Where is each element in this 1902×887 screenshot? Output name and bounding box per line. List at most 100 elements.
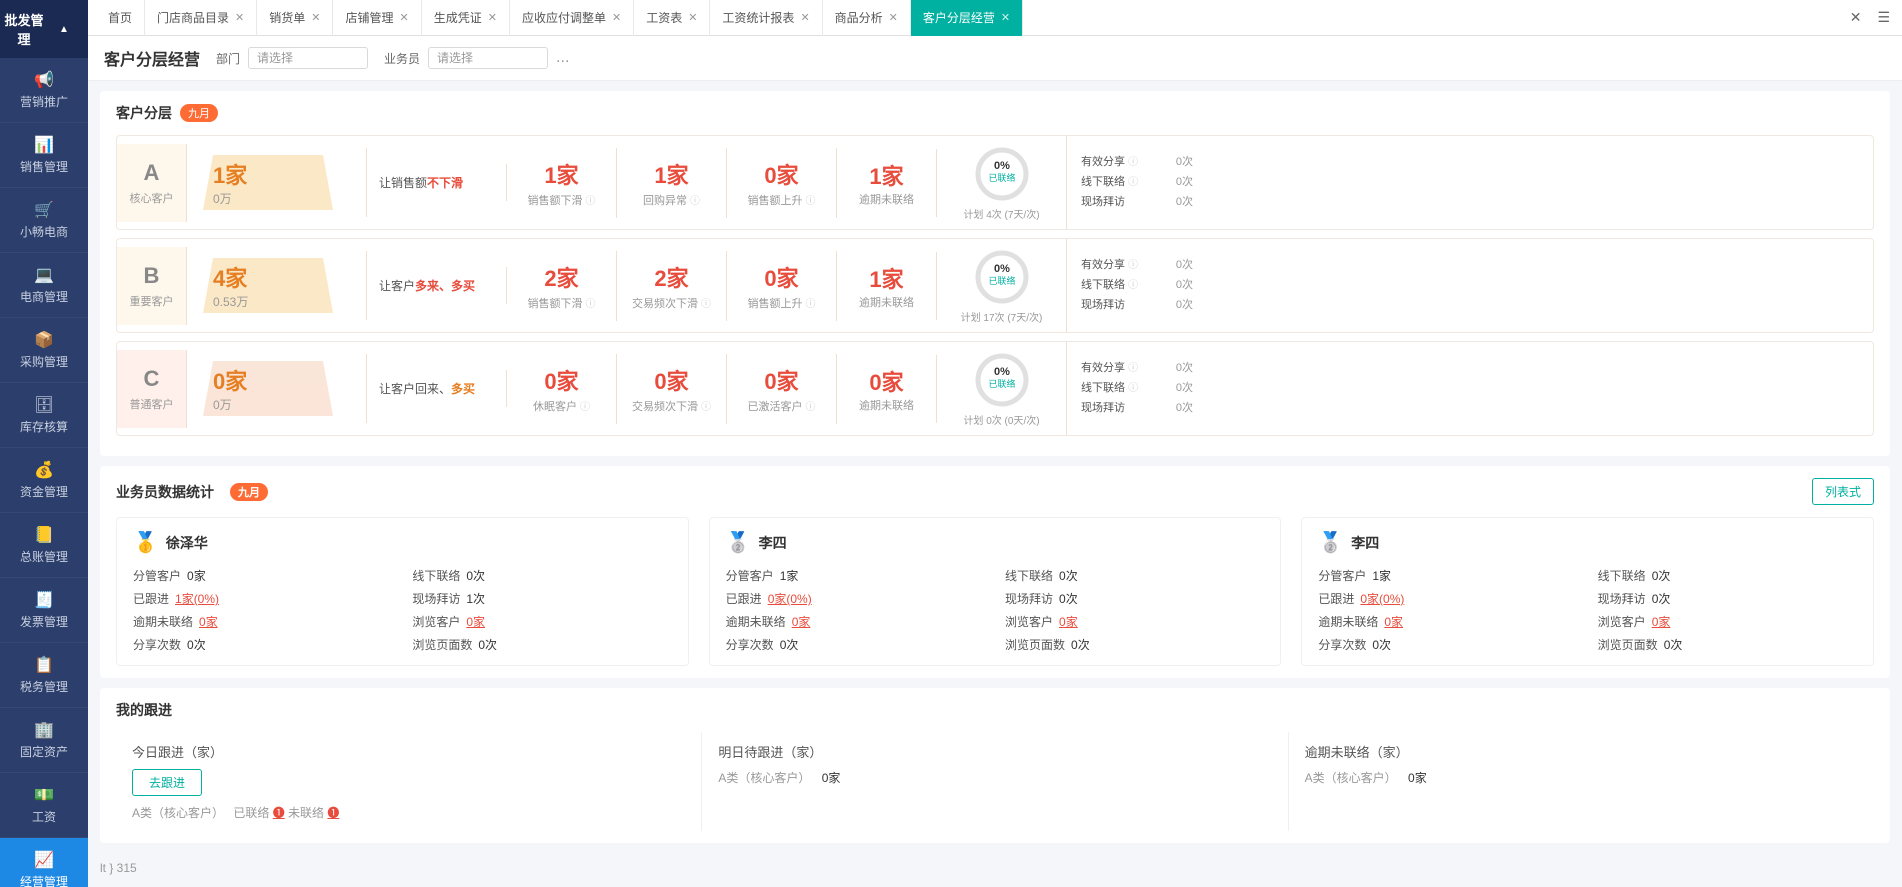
tier-circle-C: 0% 已联络 计划 0次 (0天/次) bbox=[937, 342, 1067, 435]
followup-grid: 今日跟进（家） 去跟进 A类（核心客户） 已联络 ❶ 未联络 ❶ 明日待跟进（家… bbox=[116, 732, 1874, 831]
biz-val-2-right-2[interactable]: 0家 bbox=[1652, 613, 1671, 630]
sidebar-item-yingxiao[interactable]: 📢营销推广 bbox=[0, 58, 88, 123]
goto-followup-button[interactable]: 去跟进 bbox=[132, 769, 202, 796]
tab-close-customer_tier[interactable]: ✕ bbox=[1001, 11, 1010, 24]
tab-sales_order[interactable]: 销货单✕ bbox=[257, 0, 333, 36]
dept-select[interactable]: 请选择 bbox=[248, 47, 368, 69]
tier-sublabel-B: 重要客户 bbox=[127, 293, 176, 309]
sidebar-icon-yingxiao: 📢 bbox=[4, 70, 84, 90]
biz-row-0-right-1: 现场拜访 1次 bbox=[412, 590, 671, 607]
biz-val-1-left-2[interactable]: 0家 bbox=[792, 613, 811, 630]
tier-overdue-num-C: 0家 bbox=[847, 365, 926, 397]
biz-val-1-right-3: 0次 bbox=[1071, 636, 1090, 653]
biz-val-0-right-2[interactable]: 0家 bbox=[466, 613, 485, 630]
svg-text:0%: 0% bbox=[994, 366, 1010, 378]
svg-text:已联络: 已联络 bbox=[988, 275, 1015, 286]
tab-close-wage_stats[interactable]: ✕ bbox=[800, 11, 809, 24]
sidebar-collapse-icon[interactable]: ▲ bbox=[44, 24, 84, 35]
tab-goods_analysis[interactable]: 商品分析✕ bbox=[823, 0, 911, 36]
tier-row-A: A核心客户 1家 0万 让销售额不下滑 1家 销售额下滑 ⓘ 1家 回购异常 ⓘ… bbox=[116, 135, 1874, 230]
biz-val-2-left-1[interactable]: 0家(0%) bbox=[1360, 590, 1404, 607]
biz-month-badge: 九月 bbox=[230, 483, 268, 501]
tier-circle-svg-C: 0% 已联络 bbox=[972, 350, 1032, 410]
biz-row-0-left-0: 分管客户 0家 bbox=[133, 567, 392, 584]
sidebar-label-caigou: 采购管理 bbox=[4, 353, 84, 370]
followup-today-label: A类（核心客户） bbox=[132, 806, 224, 820]
tier-overdue-label-A: 逾期未联络 bbox=[847, 191, 926, 207]
svg-text:已联络: 已联络 bbox=[988, 172, 1015, 183]
tier-stat-num-A-2: 0家 bbox=[735, 158, 828, 190]
sidebar-item-xiaodian[interactable]: 🛒小畅电商 bbox=[0, 188, 88, 253]
tier-circle-plan-B: 计划 17次 (7天/次) bbox=[945, 309, 1058, 324]
agent-select[interactable]: 请选择 bbox=[428, 47, 548, 69]
tab-store_goods[interactable]: 门店商品目录✕ bbox=[145, 0, 257, 36]
sidebar-label-dianshang: 电商管理 bbox=[4, 288, 84, 305]
close-all-tabs-button[interactable]: ✕ bbox=[1846, 9, 1866, 26]
page-area: 客户分层经营 部门 请选择 业务员 请选择 ... 客户分层 九月 A核心客户 bbox=[88, 36, 1902, 887]
biz-val-0-left-2[interactable]: 0家 bbox=[199, 613, 218, 630]
sidebar-logo-text: 批发管理 bbox=[4, 10, 44, 48]
sidebar-item-zijin[interactable]: 💰资金管理 bbox=[0, 448, 88, 513]
tab-home[interactable]: 首页 bbox=[96, 0, 145, 36]
tier-side-stat-C-0: 有效分享 ⓘ 0次 bbox=[1081, 359, 1193, 375]
tab-wage_table[interactable]: 工资表✕ bbox=[634, 0, 710, 36]
biz-val-1-right-2[interactable]: 0家 bbox=[1059, 613, 1078, 630]
svg-text:0%: 0% bbox=[994, 160, 1010, 172]
more-tabs-button[interactable]: ☰ bbox=[1873, 9, 1894, 26]
sidebar-icon-dianshang: 💻 bbox=[4, 265, 84, 285]
list-view-button[interactable]: 列表式 bbox=[1812, 478, 1874, 505]
tab-bar-actions: ✕ ☰ bbox=[1846, 9, 1894, 26]
sidebar-item-dianshang[interactable]: 💻 电商管理 bbox=[0, 253, 88, 318]
biz-val-2-right-1: 0次 bbox=[1652, 590, 1671, 607]
sidebar-item-gongzi[interactable]: 💵工资 bbox=[0, 773, 88, 838]
biz-grid-2: 分管客户 1家 线下联络 0次 已跟进 0家(0%) 现场拜访 0次 逾期未联络… bbox=[1318, 567, 1857, 653]
main-content: 首页门店商品目录✕销货单✕店铺管理✕生成凭证✕应收应付调整单✕工资表✕工资统计报… bbox=[88, 0, 1902, 887]
sidebar: 批发管理 ▲ 📢营销推广📊销售管理🛒小畅电商 💻 电商管理 📦采购管理🗄库存核算💰资金… bbox=[0, 0, 88, 887]
sidebar-item-jingying[interactable]: 📈经营管理 bbox=[0, 838, 88, 887]
biz-val-2-left-2[interactable]: 0家 bbox=[1384, 613, 1403, 630]
sidebar-item-shuiwu[interactable]: 📋税务管理 bbox=[0, 643, 88, 708]
tier-stat-C-0: 0家 休眠客户 ⓘ bbox=[507, 354, 617, 424]
tier-amount-C: 0万 bbox=[213, 396, 247, 413]
tier-circle-B: 0% 已联络 计划 17次 (7天/次) bbox=[937, 239, 1067, 332]
sidebar-item-caigou[interactable]: 📦采购管理 bbox=[0, 318, 88, 383]
sidebar-item-zhangb[interactable]: 📒总账管理 bbox=[0, 513, 88, 578]
tab-customer_tier[interactable]: 客户分层经营✕ bbox=[911, 0, 1023, 36]
sidebar-item-fapiao[interactable]: 🧾发票管理 bbox=[0, 578, 88, 643]
tab-close-sales_order[interactable]: ✕ bbox=[311, 11, 320, 24]
tab-label-gen_voucher: 生成凭证 bbox=[434, 9, 482, 26]
tab-store_mgmt[interactable]: 店铺管理✕ bbox=[333, 0, 421, 36]
tab-close-gen_voucher[interactable]: ✕ bbox=[488, 11, 497, 24]
tab-close-goods_analysis[interactable]: ✕ bbox=[889, 11, 898, 24]
followup-today-val: 已联络 ❶ 未联络 ❶ bbox=[233, 806, 339, 820]
biz-val-1-right-1: 0次 bbox=[1059, 590, 1078, 607]
tab-close-wage_table[interactable]: ✕ bbox=[688, 11, 697, 24]
tier-circle-svg-A: 0% 已联络 bbox=[972, 144, 1032, 204]
sidebar-label-shuiwu: 税务管理 bbox=[4, 678, 84, 695]
biz-grid-1: 分管客户 1家 线下联络 0次 已跟进 0家(0%) 现场拜访 0次 逾期未联络… bbox=[726, 567, 1265, 653]
tier-stat-label-B-0: 销售额下滑 ⓘ bbox=[515, 295, 608, 311]
more-filters-icon[interactable]: ... bbox=[556, 49, 569, 67]
sidebar-item-kucun[interactable]: 🗄库存核算 bbox=[0, 383, 88, 448]
biz-val-0-left-1[interactable]: 1家(0%) bbox=[175, 590, 219, 607]
tab-wage_stats[interactable]: 工资统计报表✕ bbox=[710, 0, 822, 36]
biz-val-1-left-1[interactable]: 0家(0%) bbox=[768, 590, 812, 607]
sidebar-item-xiaoshou[interactable]: 📊销售管理 bbox=[0, 123, 88, 188]
tab-receivable[interactable]: 应收应付调整单✕ bbox=[510, 0, 634, 36]
customer-section-header: 客户分层 九月 bbox=[116, 103, 1874, 123]
sidebar-item-guzhan[interactable]: 🏢固定资产 bbox=[0, 708, 88, 773]
tier-count-text-A: 1家 0万 bbox=[203, 158, 257, 207]
biz-section: 业务员数据统计 九月 列表式 🥇 徐泽华 分管客户 0家 线下联络 0次 已跟进… bbox=[100, 466, 1890, 678]
biz-val-2-right-3: 0次 bbox=[1664, 636, 1683, 653]
tier-desc-B: 让客户多来、多买 bbox=[367, 267, 507, 304]
tier-stat-num-B-1: 2家 bbox=[625, 261, 718, 293]
tab-gen_voucher[interactable]: 生成凭证 ✕ bbox=[422, 0, 510, 36]
tab-close-receivable[interactable]: ✕ bbox=[612, 11, 621, 24]
medal-icon-0: 🥇 bbox=[133, 530, 158, 555]
tier-side-label-C-1: 线下联络 ⓘ bbox=[1081, 379, 1138, 395]
biz-val-1-right-0: 0次 bbox=[1059, 567, 1078, 584]
sidebar-logo[interactable]: 批发管理 ▲ bbox=[0, 0, 88, 58]
tab-close-store_goods[interactable]: ✕ bbox=[235, 11, 244, 24]
tab-close-store_mgmt[interactable]: ✕ bbox=[400, 11, 409, 24]
followup-tomorrow-col: 明日待跟进（家） A类（核心客户） 0家 bbox=[702, 732, 1288, 831]
